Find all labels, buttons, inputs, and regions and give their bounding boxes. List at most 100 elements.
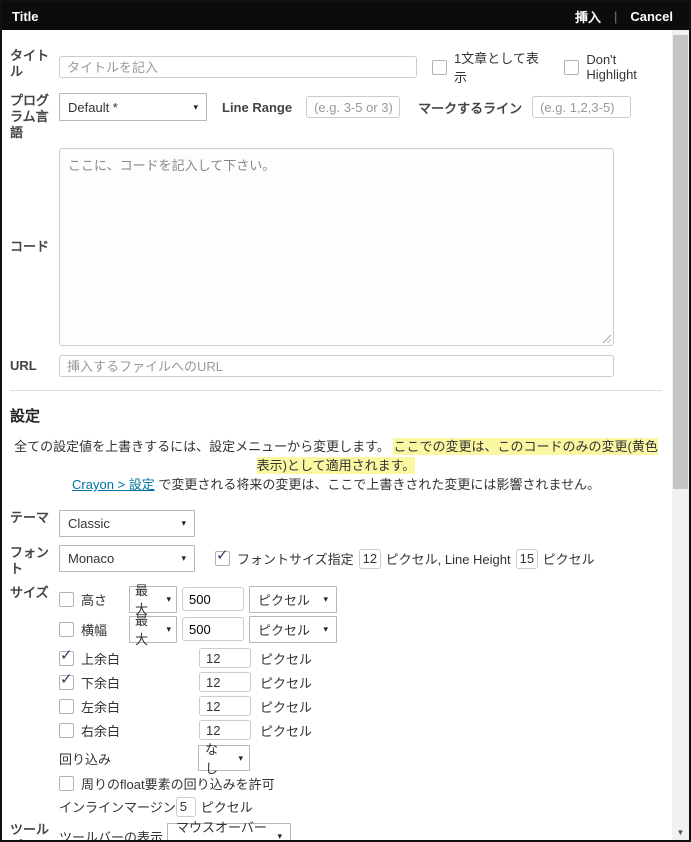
left-margin-input[interactable] (199, 696, 251, 716)
font-size-input[interactable] (358, 548, 381, 569)
height-checkbox[interactable]: ✓ (59, 591, 74, 607)
title-field-label: タイトル (10, 48, 50, 79)
right-margin-unit: ピクセル (260, 723, 313, 739)
font-size-unit-label: ピクセル (542, 552, 595, 567)
scrollbar-thumb[interactable] (673, 35, 688, 489)
settings-description: 全ての設定値を上書きするには、設定メニューから変更します。 ここでの変更は、この… (10, 437, 662, 494)
right-margin-input[interactable] (199, 720, 251, 740)
left-margin-unit: ピクセル (260, 699, 313, 715)
checkmark-icon: ✓ (60, 646, 73, 664)
width-unit-select[interactable]: ピクセル ▾ (249, 615, 337, 643)
dropdown-arrow-icon: ▾ (277, 830, 283, 841)
bottom-margin-unit: ピクセル (260, 675, 313, 691)
dont-highlight-checkbox[interactable]: ✓ (564, 59, 580, 75)
bottom-margin-label: 下余白 (81, 675, 121, 691)
checkmark-icon: ✓ (216, 547, 229, 564)
vertical-scrollbar[interactable]: ▼ (672, 30, 689, 840)
left-margin-checkbox[interactable]: ✓ (59, 698, 74, 714)
height-unit-select[interactable]: ピクセル ▾ (249, 585, 337, 613)
bottom-margin-checkbox[interactable]: ✓ (59, 670, 74, 690)
language-select[interactable]: Default * ▾ (59, 93, 207, 121)
checkmark-icon: ✓ (60, 670, 73, 688)
code-textarea[interactable]: ここに、コードを記入して下さい。 (59, 148, 614, 346)
font-select-value: Monaco (68, 551, 115, 566)
line-range-label: Line Range (222, 99, 293, 115)
settings-description-after-link: で変更される将来の変更は、ここで上書きされた変更には影響されません。 (154, 477, 600, 492)
section-divider (10, 390, 662, 391)
width-checkbox[interactable]: ✓ (59, 621, 74, 637)
theme-select-value: Classic (68, 516, 110, 531)
mark-lines-input[interactable] (532, 96, 632, 118)
dropdown-arrow-icon: ▾ (181, 518, 186, 528)
width-unit-value: ピクセル (258, 622, 311, 638)
font-size-checkbox-label: フォントサイズ指定 (237, 552, 354, 567)
toolbar-section-label: ツールバー (10, 822, 50, 840)
resize-handle-icon[interactable] (601, 333, 611, 343)
height-unit-value: ピクセル (258, 592, 311, 608)
top-margin-checkbox[interactable]: ✓ (59, 646, 74, 666)
width-checkbox-label: 横幅 (81, 622, 108, 638)
dropdown-arrow-icon: ▾ (238, 752, 243, 763)
inline-margin-label: インラインマージン (59, 800, 176, 815)
url-input[interactable] (59, 355, 614, 377)
scroll-down-arrow-icon[interactable]: ▼ (672, 828, 689, 837)
height-value-input[interactable] (182, 587, 244, 611)
allow-float-label: 周りのfloat要素の回り込みを許可 (81, 777, 275, 792)
insert-button[interactable]: 挿入 (575, 7, 601, 26)
toolbar-display-value: マウスオーバー時 (176, 820, 267, 840)
language-select-value: Default * (68, 99, 118, 115)
theme-field-label: テーマ (10, 510, 50, 525)
theme-select[interactable]: Classic ▾ (59, 510, 195, 537)
dialog-body: タイトル ✓ 1文章として表示 ✓ Don't Highlight プログラム言… (2, 30, 670, 840)
dropdown-arrow-icon: ▾ (166, 623, 171, 634)
dropdown-arrow-icon: ▾ (193, 101, 198, 112)
width-value-input[interactable] (182, 617, 244, 641)
inline-margin-unit: ピクセル (200, 800, 253, 815)
dialog-title: Title (12, 8, 39, 24)
dropdown-arrow-icon: ▾ (181, 553, 186, 563)
dialog-header: Title 挿入 | Cancel (2, 2, 689, 30)
dropdown-arrow-icon: ▾ (166, 593, 171, 604)
allow-float-checkbox[interactable]: ✓ (59, 776, 74, 791)
line-range-input[interactable] (306, 96, 401, 118)
line-height-input[interactable] (515, 548, 538, 569)
toolbar-display-select[interactable]: マウスオーバー時 ▾ (167, 820, 292, 841)
top-margin-input[interactable] (199, 648, 251, 668)
width-mode-value: 最大 (135, 613, 149, 647)
top-margin-unit: ピクセル (260, 651, 313, 667)
title-input[interactable] (59, 56, 418, 78)
dont-highlight-label: Don't Highlight (586, 52, 637, 82)
float-select-value: なし (205, 742, 219, 776)
bottom-margin-input[interactable] (199, 672, 251, 692)
language-field-label: プログラム言語 (10, 93, 50, 140)
url-field-label: URL (10, 358, 37, 373)
float-label: 回り込み (59, 751, 112, 767)
settings-description-text: 全ての設定値を上書きするには、設定メニューから変更します。 (14, 439, 394, 454)
width-mode-select[interactable]: 最大 ▾ (129, 613, 177, 647)
font-size-checkbox[interactable]: ✓ (215, 547, 230, 566)
mark-lines-label: マークするライン (418, 100, 523, 116)
font-field-label: フォント (10, 545, 50, 576)
right-margin-label: 右余白 (81, 723, 121, 739)
show-as-sentence-checkbox[interactable]: ✓ (432, 59, 448, 75)
dropdown-arrow-icon: ▾ (323, 623, 328, 634)
cancel-button[interactable]: Cancel (630, 9, 673, 24)
font-select[interactable]: Monaco ▾ (59, 545, 195, 572)
show-as-sentence-label: 1文章として表示 (454, 51, 539, 85)
code-placeholder: ここに、コードを記入して下さい。 (68, 158, 276, 173)
left-margin-label: 左余白 (81, 699, 121, 715)
float-select[interactable]: なし ▾ (198, 742, 250, 776)
toolbar-display-label: ツールバーの表示 (59, 829, 164, 841)
top-margin-label: 上余白 (81, 651, 121, 667)
inline-margin-input[interactable] (175, 796, 196, 817)
settings-heading: 設定 (10, 408, 41, 425)
dropdown-arrow-icon: ▾ (323, 593, 328, 604)
code-field-label: コード (10, 239, 50, 254)
header-separator: | (613, 8, 618, 24)
right-margin-checkbox[interactable]: ✓ (59, 722, 74, 738)
crayon-settings-link[interactable]: Crayon > 設定 (72, 477, 155, 492)
crayon-insert-dialog: Title 挿入 | Cancel タイトル ✓ 1文章として表示 ✓ Don'… (0, 0, 691, 842)
height-mode-select[interactable]: 最大 ▾ (129, 583, 177, 617)
size-section-label: サイズ (10, 585, 49, 600)
height-checkbox-label: 高さ (81, 592, 108, 608)
